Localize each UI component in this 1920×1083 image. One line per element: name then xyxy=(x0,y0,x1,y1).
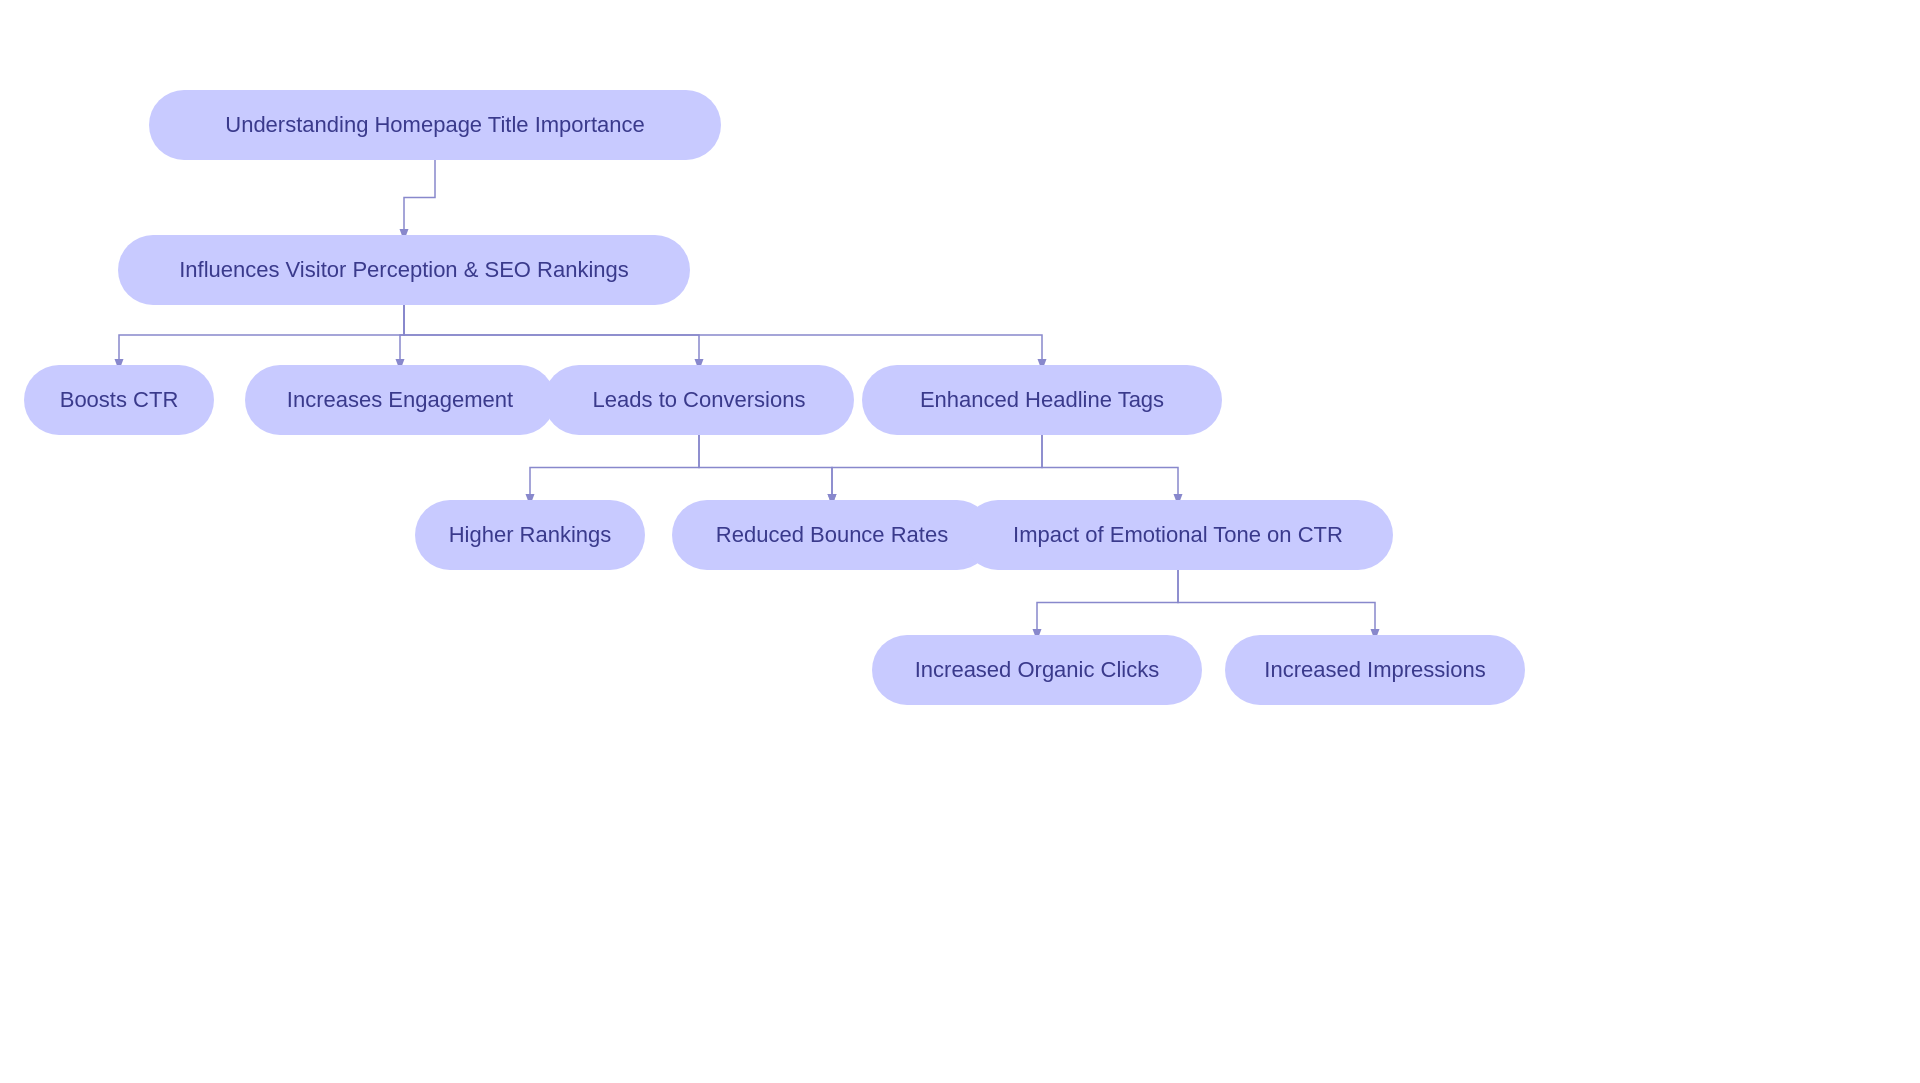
node-node6: Higher Rankings xyxy=(415,500,645,570)
node-node4: Leads to Conversions xyxy=(544,365,854,435)
node-node5: Enhanced Headline Tags xyxy=(862,365,1222,435)
node-node7: Reduced Bounce Rates xyxy=(672,500,992,570)
node-node3: Increases Engagement xyxy=(245,365,555,435)
node-node2: Boosts CTR xyxy=(24,365,214,435)
node-node8: Impact of Emotional Tone on CTR xyxy=(963,500,1393,570)
node-node10: Increased Impressions xyxy=(1225,635,1525,705)
node-node1: Influences Visitor Perception & SEO Rank… xyxy=(118,235,690,305)
node-node9: Increased Organic Clicks xyxy=(872,635,1202,705)
node-root: Understanding Homepage Title Importance xyxy=(149,90,721,160)
diagram-container: Understanding Homepage Title Importance I… xyxy=(0,0,1920,1083)
